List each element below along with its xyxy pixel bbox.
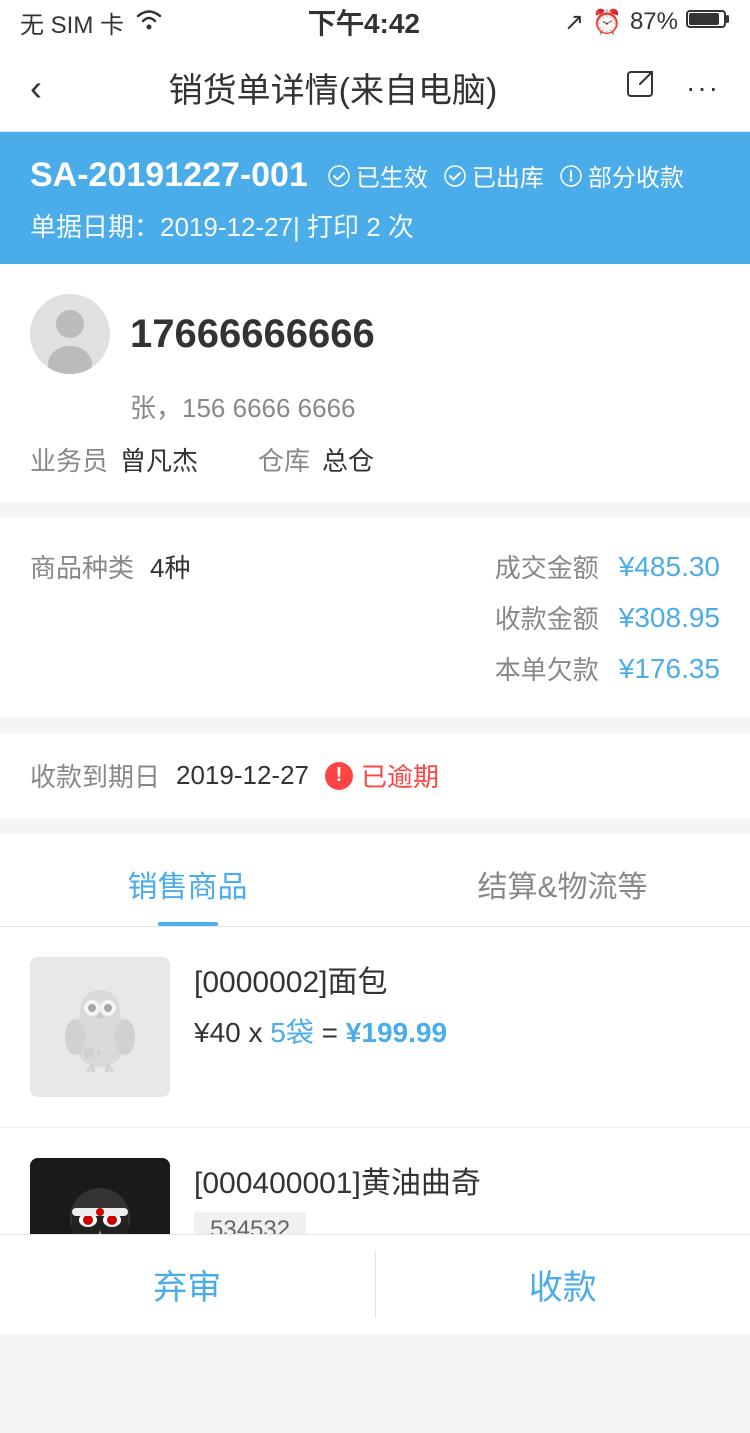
carrier-label: 无 SIM 卡 bbox=[20, 5, 124, 40]
deal-amount-row: 成交金额 ¥485.30 bbox=[495, 548, 720, 585]
header-banner: SA-20191227-001 已生效 已出库 部分收款 单据日期：2019-1… bbox=[0, 132, 750, 264]
warehouse-label: 仓库 bbox=[258, 441, 310, 478]
customer-phone: 17666666666 bbox=[130, 312, 375, 357]
location-icon: ↗ bbox=[564, 8, 584, 37]
overdue-date: 2019-12-27 bbox=[176, 760, 309, 791]
warehouse-info: 仓库 总仓 bbox=[258, 441, 374, 478]
share-icon[interactable] bbox=[624, 68, 656, 108]
cancel-button[interactable]: 弃审 bbox=[0, 1235, 375, 1334]
alarm-icon: ⏰ bbox=[592, 8, 622, 37]
nav-bar: ‹ 销货单详情(来自电脑) ··· bbox=[0, 44, 750, 132]
bottom-bar: 弃审 收款 bbox=[0, 1234, 750, 1334]
status-left: 无 SIM 卡 bbox=[20, 5, 164, 40]
tab-sales-products[interactable]: 销售商品 bbox=[0, 834, 375, 926]
amount-stats: 成交金额 ¥485.30 收款金额 ¥308.95 本单欠款 ¥176.35 bbox=[495, 548, 720, 687]
receipt-amount-label: 收款金额 bbox=[495, 599, 599, 636]
overdue-label: 收款到期日 bbox=[30, 757, 160, 794]
salesperson-label: 业务员 bbox=[30, 441, 108, 478]
product-price: ¥40 x 5袋 = ¥199.99 bbox=[194, 1011, 720, 1051]
overdue-text: 已逾期 bbox=[361, 757, 439, 794]
page-title: 销货单详情(来自电脑) bbox=[169, 63, 498, 112]
status-bar: 无 SIM 卡 下午4:42 ↗ ⏰ 87% bbox=[0, 0, 750, 44]
product-total: ¥199.99 bbox=[346, 1017, 447, 1048]
status-effective: 已生效 bbox=[328, 158, 428, 193]
tab-underline bbox=[158, 922, 218, 926]
overdue-badge: ! 已逾期 bbox=[325, 757, 439, 794]
banner-date: 单据日期：2019-12-27| 打印 2 次 bbox=[30, 207, 720, 244]
category-label: 商品种类 bbox=[30, 548, 134, 585]
avatar bbox=[30, 294, 110, 374]
product-name: [000400001]黄油曲奇 bbox=[194, 1158, 720, 1202]
deal-amount-value: ¥485.30 bbox=[619, 551, 720, 583]
status-shipped: 已出库 bbox=[444, 158, 544, 193]
product-thumbnail: 兽+ bbox=[30, 957, 170, 1097]
nav-actions: ··· bbox=[624, 68, 720, 108]
salesperson-info: 业务员 曾凡杰 bbox=[30, 441, 198, 478]
warehouse-value: 总仓 bbox=[322, 441, 374, 478]
category-count: 4种 bbox=[150, 548, 190, 585]
salesperson-value: 曾凡杰 bbox=[120, 441, 198, 478]
product-quantity: 5袋 bbox=[270, 1017, 314, 1048]
overdue-section: 收款到期日 2019-12-27 ! 已逾期 bbox=[0, 733, 750, 818]
order-id: SA-20191227-001 bbox=[30, 156, 308, 195]
deal-amount-label: 成交金额 bbox=[495, 548, 599, 585]
receipt-amount-row: 收款金额 ¥308.95 bbox=[495, 599, 720, 636]
status-badges: 已生效 已出库 部分收款 bbox=[328, 158, 684, 193]
battery-label: 87% bbox=[630, 8, 678, 36]
confirm-button[interactable]: 收款 bbox=[376, 1235, 750, 1334]
product-name: [0000002]面包 bbox=[194, 957, 720, 1001]
tab-settlement[interactable]: 结算&物流等 bbox=[375, 834, 750, 926]
svg-text:兽+: 兽+ bbox=[83, 1046, 102, 1060]
debt-label: 本单欠款 bbox=[495, 650, 599, 687]
table-row: 兽+ [0000002]面包 ¥40 x 5袋 = ¥199.99 bbox=[0, 927, 750, 1128]
receipt-amount-value: ¥308.95 bbox=[619, 602, 720, 634]
customer-info-row: 业务员 曾凡杰 仓库 总仓 bbox=[30, 441, 720, 478]
category-stats: 商品种类 4种 bbox=[30, 548, 190, 585]
stats-section: 商品种类 4种 成交金额 ¥485.30 收款金额 ¥308.95 本单欠款 ¥… bbox=[0, 518, 750, 717]
customer-section: 17666666666 张，156 6666 6666 业务员 曾凡杰 仓库 总… bbox=[0, 264, 750, 502]
overdue-warning-icon: ! bbox=[325, 762, 353, 790]
status-time: 下午4:42 bbox=[308, 2, 420, 42]
status-partial-receipt: 部分收款 bbox=[560, 158, 684, 193]
wifi-icon bbox=[134, 8, 164, 37]
customer-name-phone: 张，156 6666 6666 bbox=[30, 388, 720, 425]
status-right: ↗ ⏰ 87% bbox=[564, 8, 730, 37]
tabs: 销售商品 结算&物流等 bbox=[0, 834, 750, 927]
product-info: [0000002]面包 ¥40 x 5袋 = ¥199.99 bbox=[194, 957, 720, 1051]
back-button[interactable]: ‹ bbox=[30, 67, 42, 109]
debt-value: ¥176.35 bbox=[619, 653, 720, 685]
battery-icon bbox=[686, 8, 730, 37]
more-icon[interactable]: ··· bbox=[686, 72, 720, 104]
debt-row: 本单欠款 ¥176.35 bbox=[495, 650, 720, 687]
